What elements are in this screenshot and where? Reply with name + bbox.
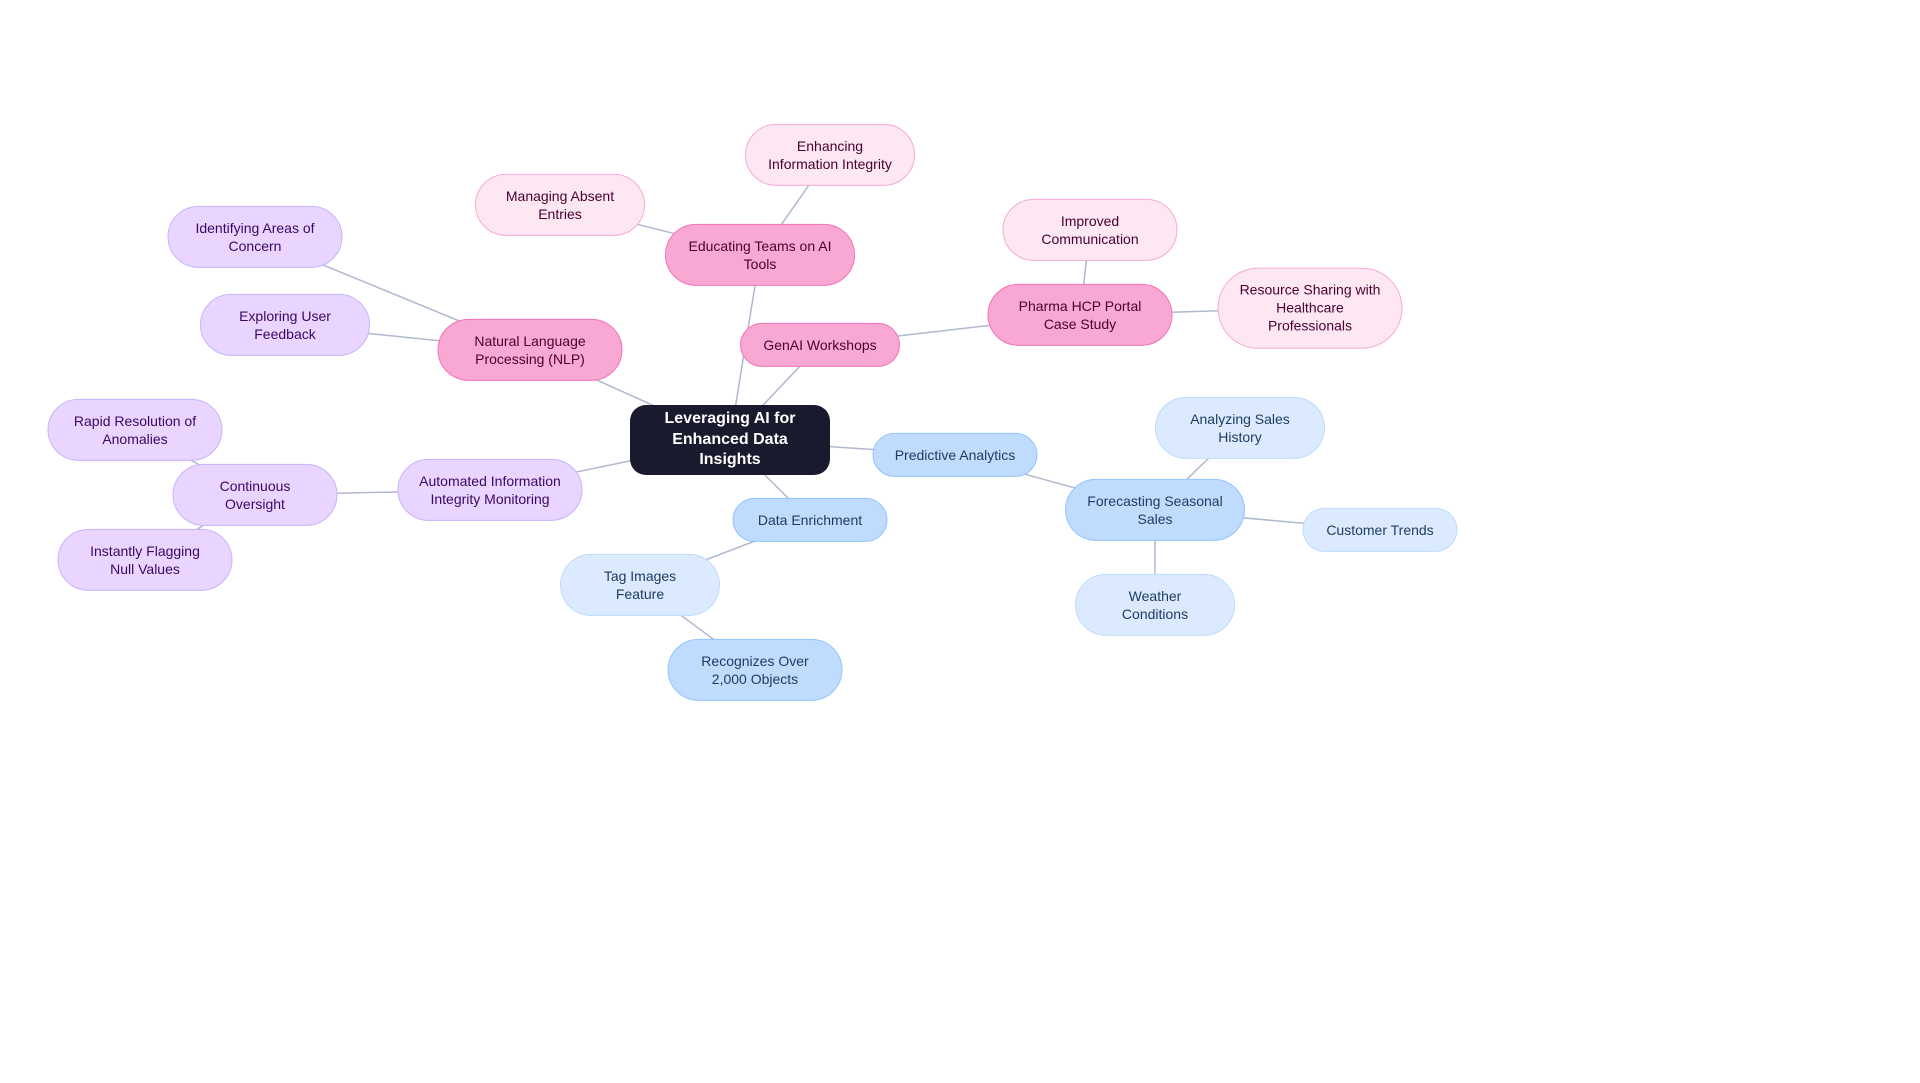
node-tag-images[interactable]: Tag Images Feature [560,554,720,616]
node-forecasting[interactable]: Forecasting Seasonal Sales [1065,479,1245,541]
node-data-enrichment[interactable]: Data Enrichment [733,498,888,542]
node-nlp[interactable]: Natural Language Processing (NLP) [438,319,623,381]
mind-map: Leveraging AI for Enhanced Data Insights… [0,0,1920,1083]
center-node[interactable]: Leveraging AI for Enhanced Data Insights [630,405,830,475]
node-educating[interactable]: Educating Teams on AI Tools [665,224,855,286]
node-instantly[interactable]: Instantly Flagging Null Values [58,529,233,591]
node-enhancing[interactable]: Enhancing Information Integrity [745,124,915,186]
node-resource[interactable]: Resource Sharing with Healthcare Profess… [1218,268,1403,349]
node-pharma[interactable]: Pharma HCP Portal Case Study [988,284,1173,346]
node-managing[interactable]: Managing Absent Entries [475,174,645,236]
node-analyzing[interactable]: Analyzing Sales History [1155,397,1325,459]
node-identifying[interactable]: Identifying Areas of Concern [168,206,343,268]
node-recognizes[interactable]: Recognizes Over 2,000 Objects [668,639,843,701]
node-genai[interactable]: GenAI Workshops [740,323,900,367]
node-improved[interactable]: Improved Communication [1003,199,1178,261]
node-predictive[interactable]: Predictive Analytics [873,433,1038,477]
node-rapid[interactable]: Rapid Resolution of Anomalies [48,399,223,461]
node-continuous[interactable]: Continuous Oversight [173,464,338,526]
node-exploring[interactable]: Exploring User Feedback [200,294,370,356]
connection-lines [0,0,1920,1083]
node-weather[interactable]: Weather Conditions [1075,574,1235,636]
node-automated[interactable]: Automated Information Integrity Monitori… [398,459,583,521]
node-customer[interactable]: Customer Trends [1303,508,1458,552]
